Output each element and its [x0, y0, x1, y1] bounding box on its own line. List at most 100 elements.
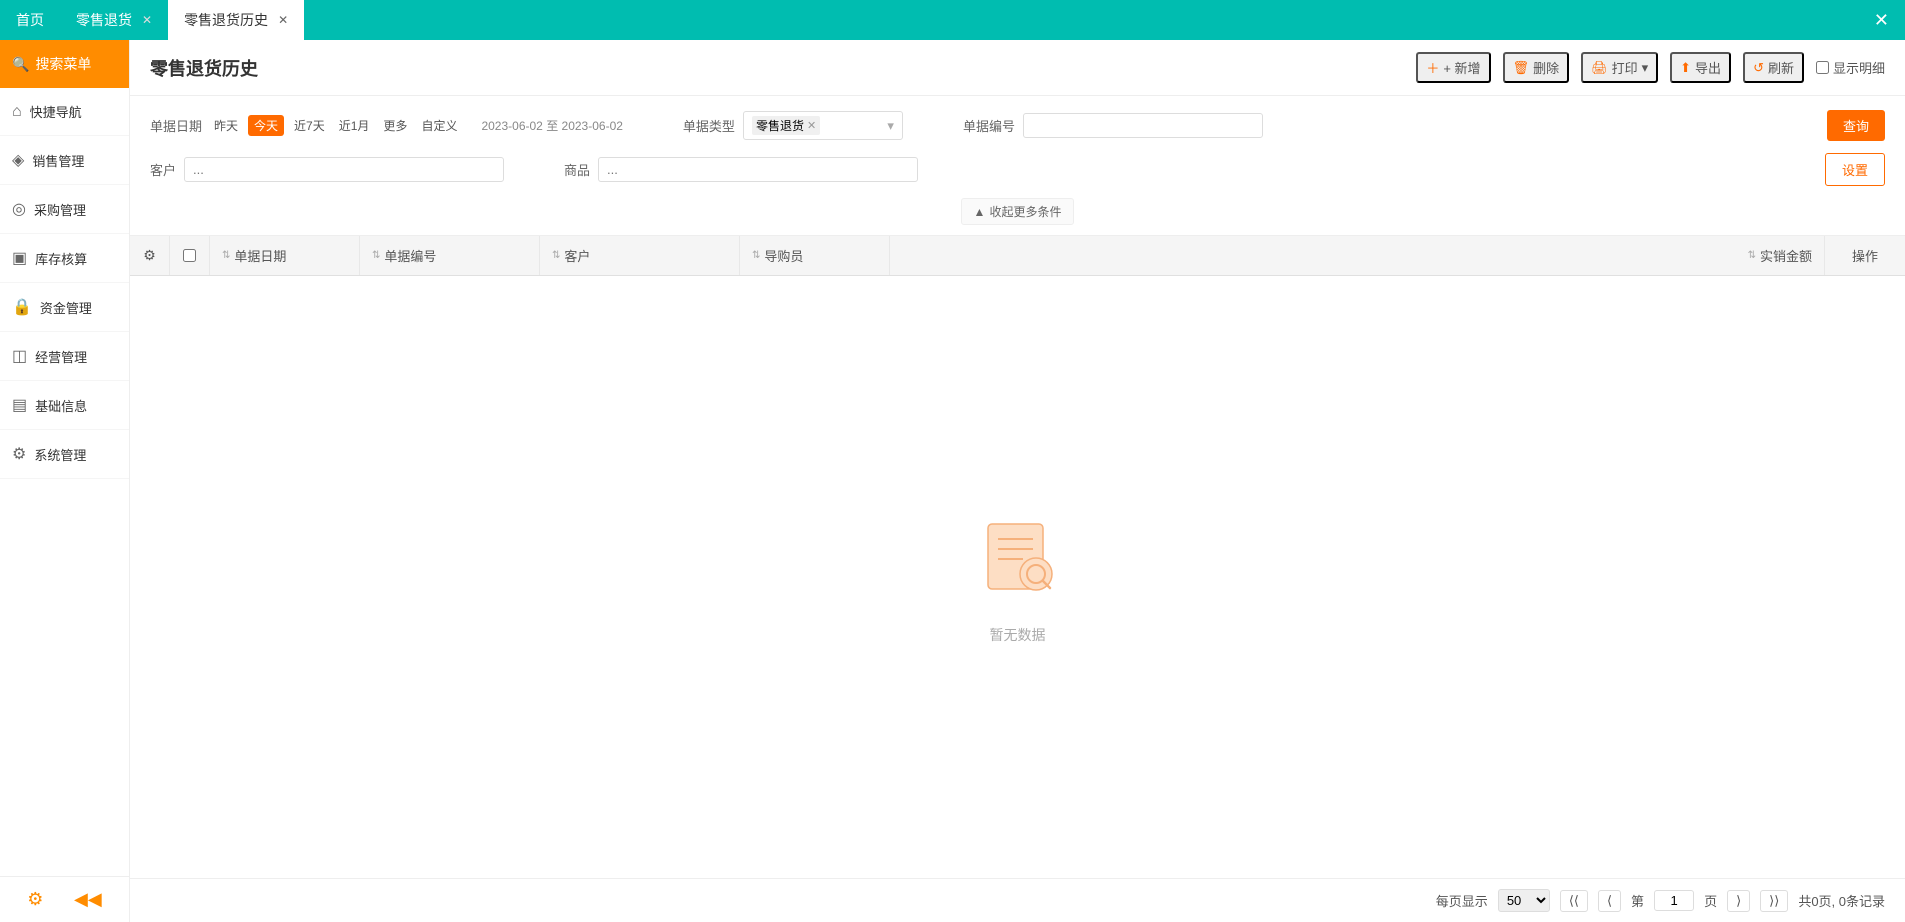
prev-page-button[interactable]: ⟨	[1598, 890, 1621, 912]
page-size-select[interactable]: 50 20 100	[1498, 889, 1550, 912]
sidebar-search-label: 搜索菜单	[35, 54, 91, 74]
page-title: 零售退货历史	[150, 55, 258, 81]
customer-input[interactable]	[184, 157, 504, 182]
bill-no-input[interactable]	[1023, 113, 1263, 138]
bill-type-tag-close[interactable]: ✕	[807, 119, 816, 132]
header-actions: ＋ + 新增 🗑 删除 🖨 打印 ▾ ⬆ 导出 ↺	[1416, 52, 1885, 83]
sidebar-item-inventory-label: 库存核算	[35, 249, 87, 268]
tab-retail-return-history-close[interactable]: ✕	[278, 13, 288, 27]
query-button[interactable]: 查询	[1827, 110, 1885, 141]
goods-input[interactable]	[598, 157, 918, 182]
sys-mgmt-icon: ⚙	[12, 444, 26, 464]
page-number-input[interactable]	[1654, 890, 1694, 911]
date-options: 昨天 今天 近7天 近1月 更多 自定义	[210, 115, 461, 136]
delete-button[interactable]: 🗑 删除	[1503, 52, 1570, 83]
page-header: 零售退货历史 ＋ + 新增 🗑 删除 🖨 打印 ▾ ⬆ 导出	[130, 40, 1905, 96]
sidebar-item-purchase-mgmt[interactable]: ◎ 采购管理	[0, 185, 129, 234]
delete-label: 删除	[1533, 58, 1559, 77]
bill-type-dropdown-icon: ▾	[887, 118, 894, 134]
refresh-button[interactable]: ↺ 刷新	[1743, 52, 1804, 83]
sales-icon: ◈	[12, 150, 24, 170]
bill-type-tag-value: 零售退货	[756, 117, 804, 134]
th-date-label: 单据日期	[234, 246, 286, 265]
refresh-label: 刷新	[1768, 58, 1794, 77]
tab-retail-return[interactable]: 零售退货 ✕	[60, 0, 168, 40]
th-gear[interactable]: ⚙	[130, 236, 170, 275]
date-option-yesterday[interactable]: 昨天	[210, 115, 242, 136]
th-date-sort-icon[interactable]: ⇅	[222, 250, 230, 261]
settings-bottom-icon[interactable]: ⚙	[27, 889, 43, 910]
print-icon: 🖨	[1591, 60, 1608, 76]
window-close-button[interactable]: ✕	[1858, 10, 1905, 31]
sidebar-search[interactable]: 🔍 搜索菜单	[0, 40, 129, 88]
sidebar-item-operations[interactable]: ◫ 经营管理	[0, 332, 129, 381]
search-icon: 🔍	[12, 56, 29, 73]
date-range-display: 2023-06-02 至 2023-06-02	[481, 117, 622, 134]
goods-label: 商品	[564, 160, 590, 179]
query-label: 查询	[1843, 119, 1869, 134]
sidebar-item-quick-nav[interactable]: ⌂ 快捷导航	[0, 88, 129, 136]
filter-item-date-range: 2023-06-02 至 2023-06-02	[481, 117, 622, 134]
th-checkbox[interactable]	[170, 236, 210, 275]
date-option-1month[interactable]: 近1月	[335, 115, 374, 136]
basic-info-icon: ▤	[12, 395, 27, 415]
tab-retail-return-label: 零售退货	[76, 10, 132, 30]
inventory-icon: ▣	[12, 248, 27, 268]
th-amount-sort-icon[interactable]: ⇅	[1748, 250, 1756, 261]
th-op-label: 操作	[1852, 246, 1878, 265]
collapse-label: 收起更多条件	[989, 203, 1061, 220]
sidebar-item-basic-info-label: 基础信息	[35, 396, 87, 415]
th-guide-sort-icon[interactable]: ⇅	[752, 250, 760, 261]
select-all-checkbox[interactable]	[183, 249, 196, 262]
th-op: 操作	[1825, 236, 1905, 275]
sidebar-bottom: ⚙ ◀◀	[0, 876, 129, 922]
empty-state: 暂无数据	[130, 276, 1905, 878]
empty-text: 暂无数据	[990, 625, 1046, 645]
last-page-button[interactable]: ⟩⟩	[1760, 890, 1788, 912]
settings-button[interactable]: 设置	[1825, 153, 1885, 186]
th-guide: ⇅ 导购员	[740, 236, 890, 275]
th-amount: ⇅ 实销金额	[890, 236, 1825, 275]
speaker-bottom-icon[interactable]: ◀◀	[74, 889, 102, 910]
date-option-more[interactable]: 更多	[379, 115, 411, 136]
th-amount-label: 实销金额	[1760, 246, 1812, 265]
next-page-button[interactable]: ⟩	[1727, 890, 1750, 912]
first-page-button[interactable]: ⟨⟨	[1560, 890, 1588, 912]
th-customer-sort-icon[interactable]: ⇅	[552, 250, 560, 261]
collapse-button[interactable]: ▲ 收起更多条件	[961, 198, 1075, 225]
show-detail-checkbox[interactable]	[1816, 61, 1829, 74]
page-label-suffix: 页	[1704, 891, 1717, 910]
page-label-prefix: 第	[1631, 891, 1644, 910]
sidebar: 🔍 搜索菜单 ⌂ 快捷导航 ◈ 销售管理 ◎ 采购管理 ▣ 库存核算 🔒 资金管…	[0, 40, 130, 922]
sidebar-item-finance-label: 资金管理	[40, 298, 92, 317]
purchase-icon: ◎	[12, 199, 26, 219]
print-button[interactable]: 🖨 打印 ▾	[1581, 52, 1658, 83]
filter-item-goods: 商品	[564, 157, 918, 182]
operations-icon: ◫	[12, 346, 27, 366]
th-billno-sort-icon[interactable]: ⇅	[372, 250, 380, 261]
filter-item-bill-no: 单据编号	[963, 113, 1263, 138]
show-detail-checkbox-wrap: 显示明细	[1816, 58, 1885, 77]
export-button[interactable]: ⬆ 导出	[1670, 52, 1731, 83]
new-button[interactable]: ＋ + 新增	[1416, 52, 1490, 83]
tab-retail-return-history[interactable]: 零售退货历史 ✕	[168, 0, 304, 40]
filter-item-bill-type: 单据类型 零售退货 ✕ ▾	[683, 111, 903, 140]
date-option-today[interactable]: 今天	[248, 115, 284, 136]
date-option-7days[interactable]: 近7天	[290, 115, 329, 136]
top-bar: 首页 零售退货 ✕ 零售退货历史 ✕ ✕	[0, 0, 1905, 40]
filter-item-customer: 客户	[150, 157, 504, 182]
sidebar-item-finance[interactable]: 🔒 资金管理	[0, 283, 129, 332]
bill-type-select[interactable]: 零售退货 ✕ ▾	[743, 111, 903, 140]
tab-retail-return-close[interactable]: ✕	[142, 13, 152, 27]
sidebar-item-basic-info[interactable]: ▤ 基础信息	[0, 381, 129, 430]
sidebar-item-inventory[interactable]: ▣ 库存核算	[0, 234, 129, 283]
filter-row-2: 客户 商品 设置	[150, 153, 1885, 186]
collapse-icon: ▲	[974, 205, 986, 219]
export-label: 导出	[1695, 58, 1721, 77]
table-area: ⚙ ⇅ 单据日期 ⇅ 单据编号 ⇅ 客户 ⇅	[130, 236, 1905, 878]
sidebar-item-sys-mgmt[interactable]: ⚙ 系统管理	[0, 430, 129, 479]
sidebar-item-sales-mgmt-label: 销售管理	[32, 151, 84, 170]
date-option-custom[interactable]: 自定义	[417, 115, 461, 136]
sidebar-item-sales-mgmt[interactable]: ◈ 销售管理	[0, 136, 129, 185]
tab-home[interactable]: 首页	[0, 0, 60, 40]
